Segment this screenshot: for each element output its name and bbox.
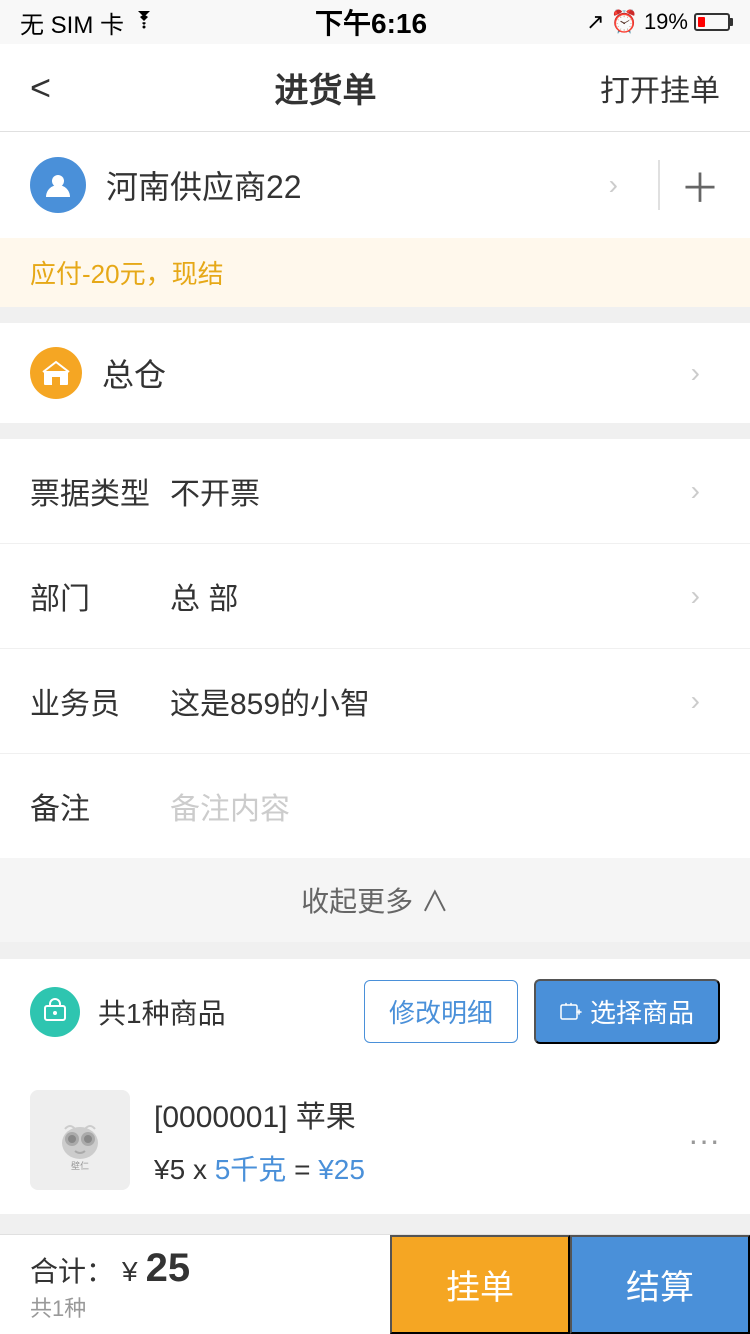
location-icon: ↗ [586,9,604,35]
products-count: 共1种商品 [98,992,364,1032]
price-total: ¥25 [318,1154,365,1185]
nav-bar: < 进货单 打开挂单 [0,44,750,132]
total-amount: 25 [146,1246,191,1291]
status-bar: 无 SIM 卡 下午6:16 ↗ ⏰ 19% [0,0,750,44]
supplier-chevron-icon: › [609,169,618,201]
dept-value: 总 部 [160,574,691,618]
remark-input[interactable]: 备注内容 [160,784,720,828]
battery-icon [694,13,730,31]
price-qty: 5千克 [215,1154,287,1185]
product-more-button[interactable]: ··· [688,1122,720,1159]
product-thumbnail: 壁仁 [30,1090,130,1190]
form-section: 票据类型 不开票 › 部门 总 部 › 业务员 这是859的小智 › 备注 备注… [0,439,750,858]
dept-row[interactable]: 部门 总 部 › [0,544,750,649]
checkout-button[interactable]: 结算 [570,1235,750,1334]
svg-text:壁仁: 壁仁 [71,1160,89,1171]
status-time: 下午6:16 [315,2,427,42]
sales-label: 业务员 [30,679,160,723]
price-multiply-sign: x [193,1154,207,1185]
warehouse-name: 总仓 [102,350,691,396]
wifi-icon [132,8,156,36]
sales-chevron-icon: › [691,685,700,717]
products-header: 共1种商品 修改明细 选择商品 [0,958,750,1064]
total-label: 合计： [30,1250,114,1290]
back-button[interactable]: < [30,67,51,109]
product-name: [0000001] 苹果 [154,1092,664,1136]
price-equals: = [294,1154,310,1185]
warehouse-chevron-icon: › [691,357,700,389]
supplier-row[interactable]: 河南供应商22 › ＋ [0,132,750,238]
carrier-text: 无 SIM 卡 [20,5,124,40]
product-price: ¥5 x 5千克 = ¥25 [154,1148,664,1188]
bottom-bar: 合计： ¥ 25 共1种 挂单 结算 [0,1234,750,1334]
warehouse-section: 总仓 › [0,323,750,423]
status-left: 无 SIM 卡 [20,5,156,40]
total-area: 合计： ¥ 25 共1种 [0,1235,390,1334]
product-info: [0000001] 苹果 ¥5 x 5千克 = ¥25 [154,1092,664,1188]
dept-label: 部门 [30,574,160,618]
products-section: 共1种商品 修改明细 选择商品 壁仁 [0,958,750,1214]
remark-label: 备注 [30,784,160,828]
sales-value: 这是859的小智 [160,679,691,723]
price-unit: ¥5 [154,1154,185,1185]
warehouse-row[interactable]: 总仓 › [0,323,750,423]
dept-chevron-icon: › [691,580,700,612]
collapse-label: 收起更多 ∧ [301,880,449,920]
notice-bar: 应付-20元，现结 [0,238,750,307]
total-sub: 共1种 [30,1291,360,1323]
supplier-name: 河南供应商22 [106,162,609,208]
invoice-label: 票据类型 [30,469,160,513]
alarm-icon: ⏰ [611,9,638,35]
battery-percent: 19% [644,9,688,35]
select-product-label: 选择商品 [590,993,694,1030]
hang-order-button[interactable]: 挂单 [390,1235,570,1334]
invoice-chevron-icon: › [691,475,700,507]
notice-text: 应付-20元，现结 [30,259,224,289]
select-product-button[interactable]: 选择商品 [534,979,720,1044]
invoice-value: 不开票 [160,469,691,513]
supplier-avatar [30,157,86,213]
remark-row[interactable]: 备注 备注内容 [0,754,750,858]
modify-detail-button[interactable]: 修改明细 [364,980,518,1043]
divider [658,160,660,210]
invoice-row[interactable]: 票据类型 不开票 › [0,439,750,544]
total-currency: ¥ [122,1256,138,1288]
warehouse-icon [30,347,82,399]
open-pending-button[interactable]: 打开挂单 [600,66,720,110]
add-supplier-button[interactable]: ＋ [680,156,720,214]
products-icon [30,987,80,1037]
page-title: 进货单 [275,63,377,112]
collapse-row[interactable]: 收起更多 ∧ [0,858,750,942]
status-right: ↗ ⏰ 19% [586,9,730,35]
supplier-section: 河南供应商22 › ＋ 应付-20元，现结 [0,132,750,307]
product-item: 壁仁 [0000001] 苹果 ¥5 x 5千克 = ¥25 ··· [0,1066,750,1214]
sales-row[interactable]: 业务员 这是859的小智 › [0,649,750,754]
